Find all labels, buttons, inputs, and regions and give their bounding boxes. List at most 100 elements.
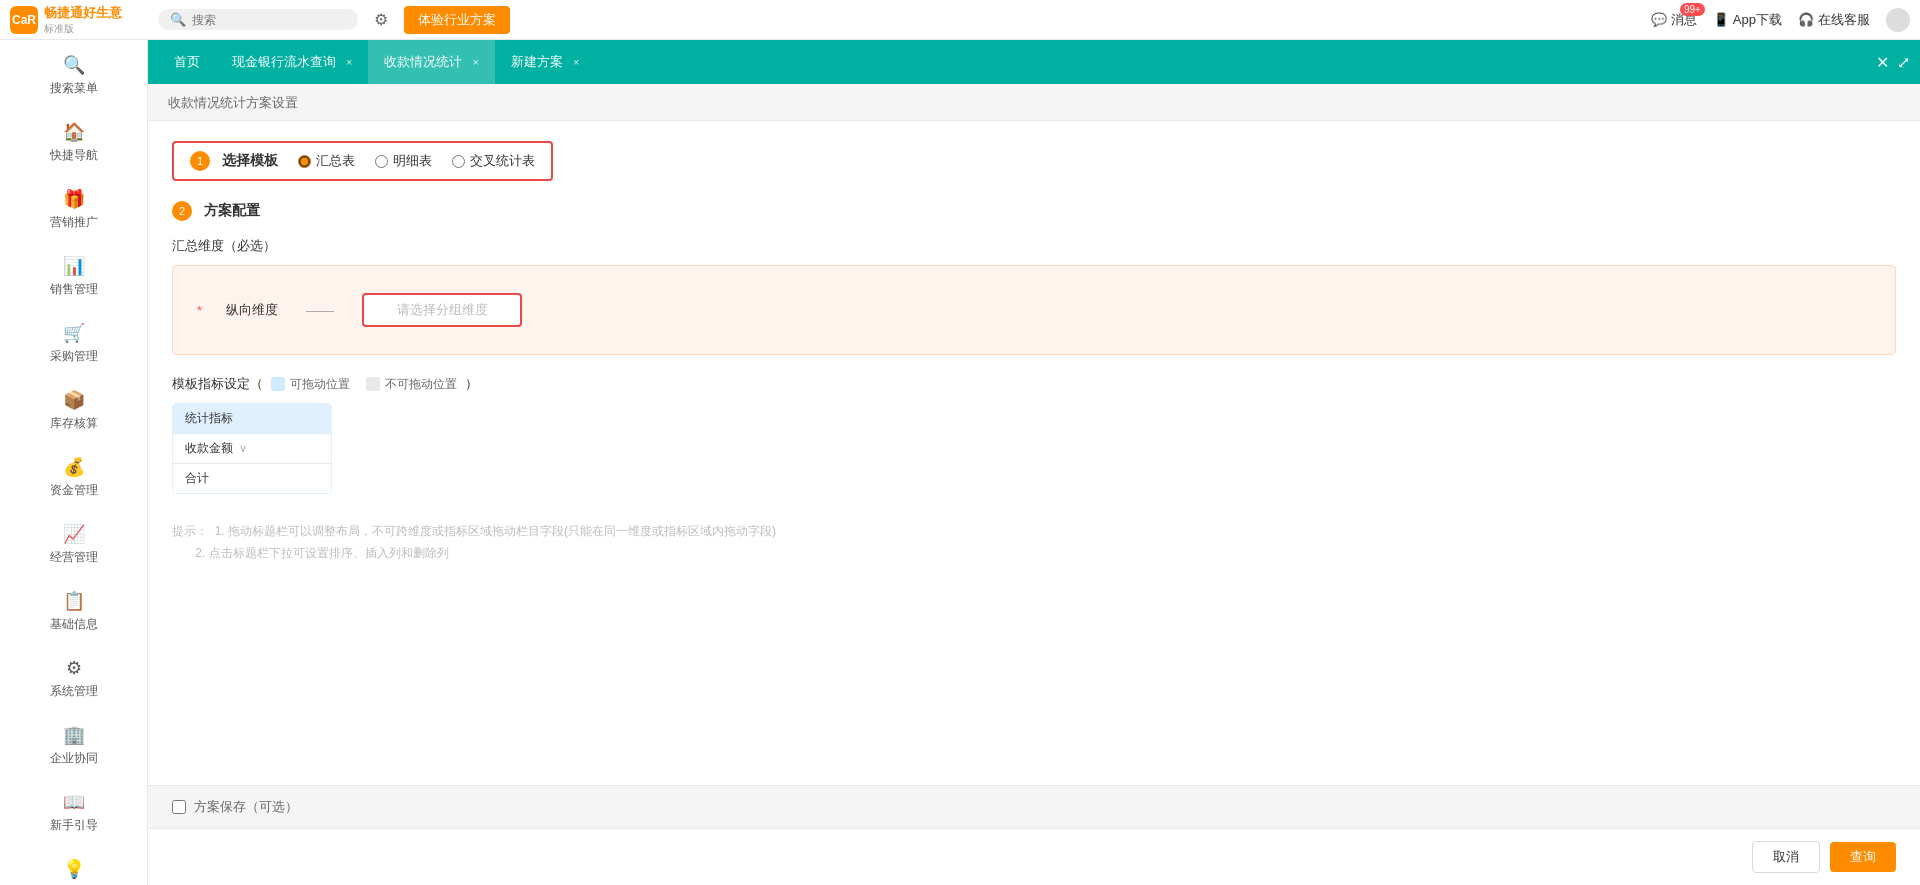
logo-badge: 标准版 xyxy=(44,22,122,36)
radio-summary-input[interactable] xyxy=(298,155,311,168)
sidebar-item-label: 采购管理 xyxy=(50,348,98,365)
purchase-icon: 🛒 xyxy=(63,322,85,344)
step1-num: 1 xyxy=(190,151,210,171)
legend-drag-label: 可拖动位置 xyxy=(290,376,350,393)
settings-icon[interactable]: ⚙ xyxy=(374,10,388,29)
tab-bank-close[interactable]: × xyxy=(346,56,352,68)
logo-icon: CaR xyxy=(10,6,38,34)
sidebar-item-purchase[interactable]: 🛒 采购管理 xyxy=(0,308,147,375)
cancel-button[interactable]: 取消 xyxy=(1752,841,1820,873)
nav-icon: 🏠 xyxy=(63,121,85,143)
sidebar-item-system[interactable]: ⚙ 系统管理 xyxy=(0,643,147,710)
indicator-row-total: 合计 xyxy=(173,463,331,493)
sidebar-item-label: 新手引导 xyxy=(50,817,98,834)
radio-detail-label: 明细表 xyxy=(393,152,432,170)
step2-num: 2 xyxy=(172,201,192,221)
search-icon: 🔍 xyxy=(63,54,85,76)
radio-detail-input[interactable] xyxy=(375,155,388,168)
nav-expand-button[interactable]: ⤢ xyxy=(1897,53,1910,72)
dimension-title: 汇总维度（必选） xyxy=(172,237,1896,255)
service-button[interactable]: 🎧 在线客服 xyxy=(1798,11,1870,29)
indicator-table: 统计指标 收款金额 ∨ 合计 xyxy=(172,403,332,494)
nav-tabs: 首页 现金银行流水查询 × 收款情况统计 × 新建方案 × ✕ ⤢ xyxy=(148,40,1920,84)
indicator-row-amount[interactable]: 收款金额 ∨ xyxy=(173,433,331,463)
tab-bank[interactable]: 现金银行流水查询 × xyxy=(216,40,368,84)
drag-dot xyxy=(271,377,285,391)
service-label: 在线客服 xyxy=(1818,11,1870,29)
sidebar-item-guide[interactable]: 📖 新手引导 xyxy=(0,777,147,844)
tab-collection[interactable]: 收款情况统计 × xyxy=(368,40,494,84)
sidebar-item-label: 搜索菜单 xyxy=(50,80,98,97)
sidebar-item-label: 经营管理 xyxy=(50,549,98,566)
sidebar-item-label: 资金管理 xyxy=(50,482,98,499)
sidebar-item-business[interactable]: 📈 经营管理 xyxy=(0,509,147,576)
save-checkbox[interactable] xyxy=(172,800,186,814)
dim-select[interactable]: 请选择分组维度 xyxy=(362,293,522,327)
step1-options: 汇总表 明细表 交叉统计表 xyxy=(298,152,535,170)
search-input[interactable] xyxy=(192,13,342,27)
arrow-icon: —— xyxy=(306,302,334,318)
nodrag-dot xyxy=(366,377,380,391)
indicator-table-header: 统计指标 xyxy=(173,404,331,433)
sidebar-item-marketing[interactable]: 🎁 营销推广 xyxy=(0,174,147,241)
guide-icon: 📖 xyxy=(63,791,85,813)
sidebar: 🔍 搜索菜单 🏠 快捷导航 🎁 营销推广 📊 销售管理 🛒 采购管理 📦 库存核… xyxy=(0,40,148,885)
chevron-down-icon[interactable]: ∨ xyxy=(239,442,247,455)
step2-title-row: 2 方案配置 xyxy=(172,201,1896,221)
download-label: App下载 xyxy=(1733,11,1782,29)
legend-nodrag-label: 不可拖动位置 xyxy=(385,376,457,393)
tab-home[interactable]: 首页 xyxy=(158,40,216,84)
download-button[interactable]: 📱 App下载 xyxy=(1713,11,1782,29)
save-row: 方案保存（可选） xyxy=(148,785,1920,828)
download-icon: 📱 xyxy=(1713,12,1729,27)
tab-new-plan[interactable]: 新建方案 × xyxy=(495,40,595,84)
indicator-legend: 可拖动位置 不可拖动位置 xyxy=(271,376,457,393)
page-content: 收款情况统计方案设置 1 选择模板 汇总表 xyxy=(148,84,1920,828)
step2-label: 方案配置 xyxy=(204,202,260,220)
sidebar-item-finance[interactable]: 💰 资金管理 xyxy=(0,442,147,509)
dimension-section: 汇总维度（必选） * 纵向维度 —— 请选择分组维度 xyxy=(172,237,1896,355)
business-icon: 📈 xyxy=(63,523,85,545)
radio-summary[interactable]: 汇总表 xyxy=(298,152,355,170)
sidebar-item-sales[interactable]: 📊 销售管理 xyxy=(0,241,147,308)
indicator-title-row: 模板指标设定（ 可拖动位置 不可拖动位置 xyxy=(172,375,1896,393)
logo-text: 畅捷通好生意 xyxy=(44,4,122,22)
service-icon: 🎧 xyxy=(1798,12,1814,27)
message-button[interactable]: 💬 消息 99+ xyxy=(1651,11,1697,29)
tab-new-plan-label: 新建方案 xyxy=(511,53,563,71)
query-button[interactable]: 查询 xyxy=(1830,842,1896,872)
step1-label: 选择模板 xyxy=(222,152,278,170)
sidebar-item-basic[interactable]: 📋 基础信息 xyxy=(0,576,147,643)
tip1-text: 提示： 1. 拖动标题栏可以调整布局，不可跨维度或指标区域拖动栏目字段(只能在同… xyxy=(172,521,1896,543)
search-wrap: 🔍 xyxy=(158,9,358,30)
tab-home-label: 首页 xyxy=(174,53,200,71)
sidebar-item-search[interactable]: 🔍 搜索菜单 xyxy=(0,40,147,107)
message-badge: 99+ xyxy=(1680,3,1705,16)
radio-cross[interactable]: 交叉统计表 xyxy=(452,152,535,170)
sidebar-item-nav[interactable]: 🏠 快捷导航 xyxy=(0,107,147,174)
user-avatar[interactable] xyxy=(1886,8,1910,32)
tab-collection-label: 收款情况统计 xyxy=(384,53,462,71)
tab-new-plan-close[interactable]: × xyxy=(573,56,579,68)
sales-icon: 📊 xyxy=(63,255,85,277)
inventory-icon: 📦 xyxy=(63,389,85,411)
bottom-bar: 取消 查询 xyxy=(148,828,1920,885)
radio-detail[interactable]: 明细表 xyxy=(375,152,432,170)
trial-button[interactable]: 体验行业方案 xyxy=(404,6,510,34)
radio-cross-input[interactable] xyxy=(452,155,465,168)
indicator-section: 模板指标设定（ 可拖动位置 不可拖动位置 xyxy=(172,375,1896,497)
nav-close-button[interactable]: ✕ xyxy=(1876,53,1889,72)
dimension-area: * 纵向维度 —— 请选择分组维度 xyxy=(172,265,1896,355)
sidebar-item-hardware[interactable]: 💡 智能硬件 xyxy=(0,844,147,885)
sidebar-item-label: 基础信息 xyxy=(50,616,98,633)
sidebar-item-label: 企业协同 xyxy=(50,750,98,767)
sidebar-item-inventory[interactable]: 📦 库存核算 xyxy=(0,375,147,442)
tab-collection-close[interactable]: × xyxy=(472,56,478,68)
sidebar-item-enterprise[interactable]: 🏢 企业协同 xyxy=(0,710,147,777)
page-header: 收款情况统计方案设置 xyxy=(148,84,1920,121)
step1-row: 1 选择模板 汇总表 明细表 xyxy=(172,141,1896,181)
sidebar-item-label: 销售管理 xyxy=(50,281,98,298)
enterprise-icon: 🏢 xyxy=(63,724,85,746)
logo-area: CaR 畅捷通好生意 标准版 xyxy=(10,4,158,36)
marketing-icon: 🎁 xyxy=(63,188,85,210)
